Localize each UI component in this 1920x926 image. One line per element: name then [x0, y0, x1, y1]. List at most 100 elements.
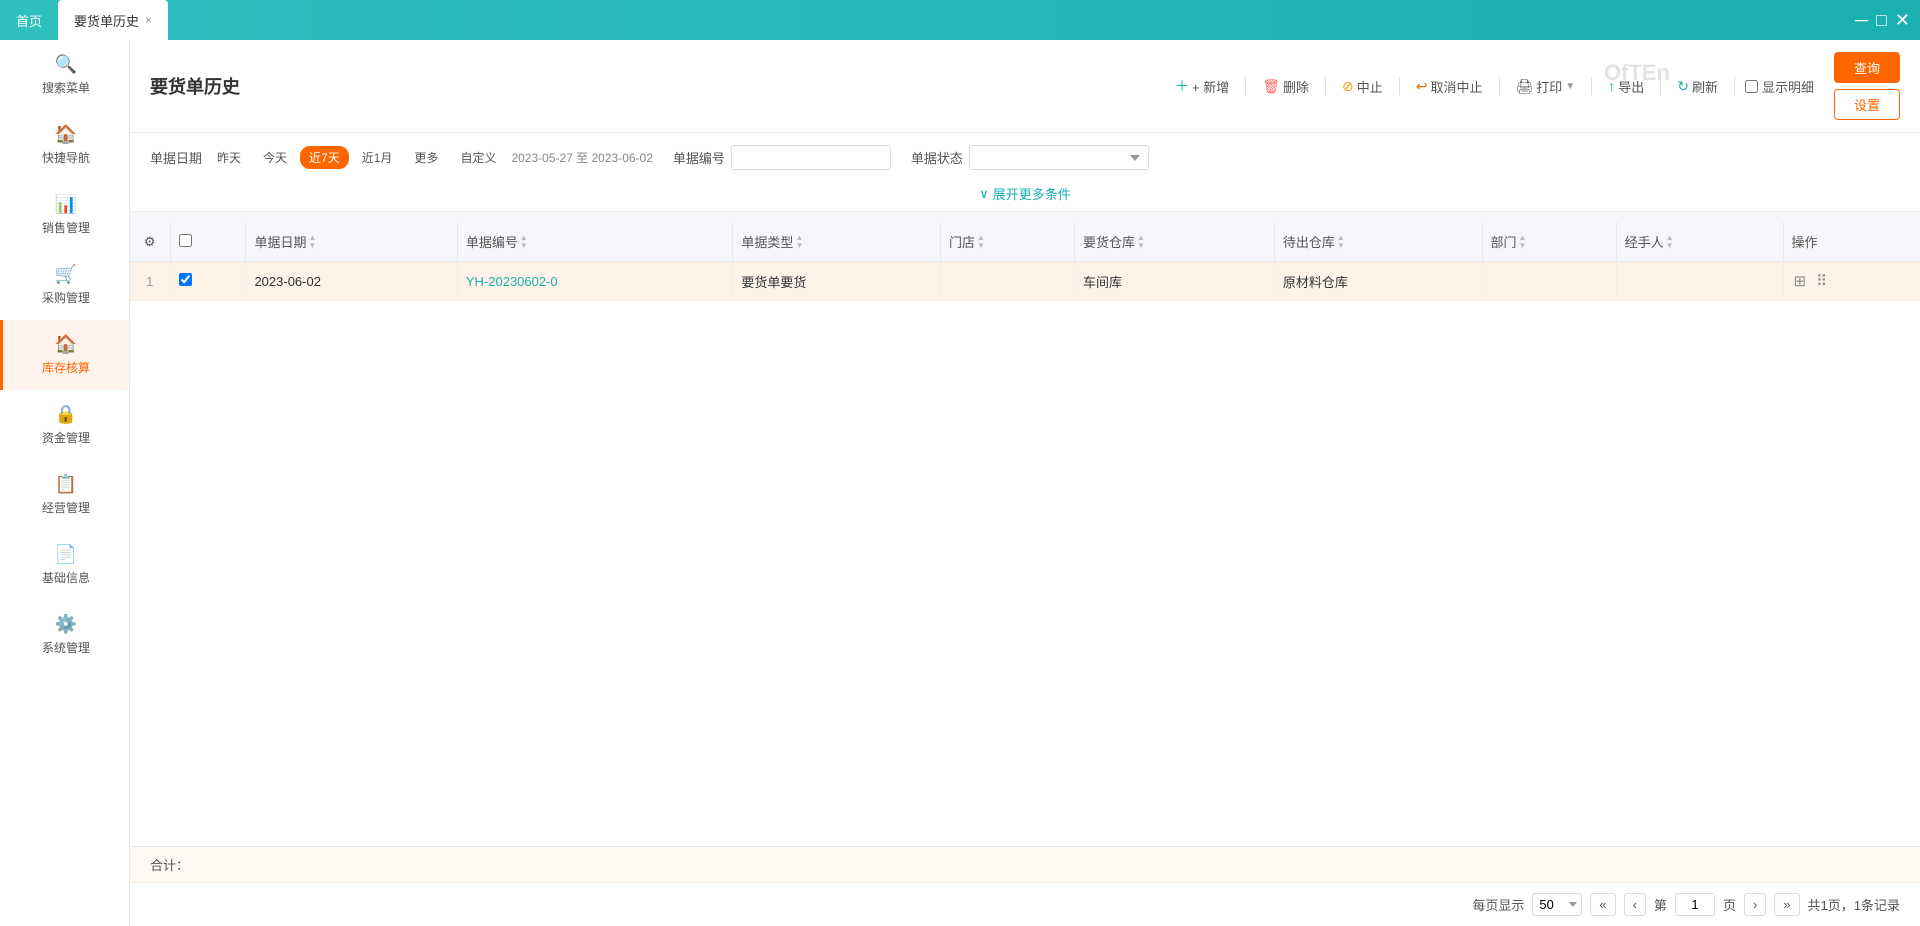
row-store [940, 262, 1074, 301]
stop-label: 中止 [1357, 77, 1383, 96]
sidebar-item-label-quicknav: 快捷导航 [42, 149, 90, 166]
purchase-mgmt-icon: 🛒 [55, 264, 77, 285]
sys-mgmt-icon: ⚙️ [55, 614, 77, 635]
row-docno: YH-20230602-0 [457, 262, 732, 301]
date-btn-7days[interactable]: 近7天 [300, 146, 349, 169]
sidebar-item-sales-mgmt[interactable]: 📊 销售管理 [0, 180, 129, 250]
date-buttons: 昨天 今天 近7天 近1月 更多 自定义 [208, 146, 505, 169]
settings-button[interactable]: 设置 [1834, 89, 1900, 120]
add-label: + 新增 [1192, 77, 1229, 96]
col-docno[interactable]: 单据编号 ▲▼ [457, 222, 732, 262]
sidebar-item-ops-mgmt[interactable]: 📋 经营管理 [0, 460, 129, 530]
sidebar-item-label-inventory: 库存核算 [42, 359, 90, 376]
filter-docno-label: 单据编号 [673, 148, 725, 167]
page-header: 要货单历史 ＋ + 新增 🗑 删除 ⊘ 中止 ↩ [130, 40, 1920, 133]
select-all-checkbox[interactable] [179, 234, 192, 247]
col-handler-label: 经手人 [1625, 232, 1664, 251]
sidebar-item-basic-info[interactable]: 📄 基础信息 [0, 530, 129, 600]
cancel-stop-button[interactable]: ↩ 取消中止 [1410, 73, 1489, 100]
sidebar-item-finance-mgmt[interactable]: 🔒 资金管理 [0, 390, 129, 460]
sidebar-item-label-purchase: 采购管理 [42, 289, 90, 306]
col-store[interactable]: 门店 ▲▼ [940, 222, 1074, 262]
row-docno-link[interactable]: YH-20230602-0 [466, 274, 558, 289]
stop-button[interactable]: ⊘ 中止 [1336, 73, 1389, 100]
window-controls: ─ □ ✕ [1855, 10, 1920, 31]
col-pending-warehouse[interactable]: 待出仓库 ▲▼ [1274, 222, 1482, 262]
add-button[interactable]: ＋ + 新增 [1169, 72, 1235, 100]
col-docno-sort[interactable]: ▲▼ [520, 234, 528, 250]
filter-status-label: 单据状态 [911, 148, 963, 167]
expand-more-label: 展开更多条件 [993, 184, 1071, 203]
col-store-sort[interactable]: ▲▼ [977, 234, 985, 250]
show-detail-checkbox[interactable]: 显示明细 [1745, 77, 1814, 96]
print-dropdown-icon[interactable]: ▼ [1565, 81, 1575, 92]
print-button[interactable]: 🖨 打印 ▼ [1510, 73, 1582, 100]
sidebar-item-inventory[interactable]: 🏠 库存核算 [0, 320, 129, 390]
export-button[interactable]: ↑ 导出 [1602, 73, 1650, 100]
page-size-select[interactable]: 20 50 100 200 [1532, 893, 1582, 916]
col-req-warehouse-sort[interactable]: ▲▼ [1137, 234, 1145, 250]
sidebar-item-quick-nav[interactable]: 🏠 快捷导航 [0, 110, 129, 180]
date-btn-today[interactable]: 今天 [254, 146, 296, 169]
next-page-button[interactable]: › [1744, 893, 1766, 916]
date-btn-more[interactable]: 更多 [405, 146, 447, 169]
minimize-icon[interactable]: ─ [1855, 10, 1868, 31]
col-settings[interactable]: ⚙ [130, 222, 170, 262]
col-handler-sort[interactable]: ▲▼ [1666, 234, 1674, 250]
col-dept[interactable]: 部门 ▲▼ [1482, 222, 1616, 262]
col-date[interactable]: 单据日期 ▲▼ [246, 222, 457, 262]
last-page-button[interactable]: » [1774, 893, 1799, 916]
add-icon: ＋ [1175, 76, 1189, 96]
row-more-icon[interactable]: ⠿ [1814, 270, 1829, 292]
refresh-button[interactable]: ↻ 刷新 [1671, 73, 1724, 100]
date-btn-yesterday[interactable]: 昨天 [208, 146, 250, 169]
delete-button[interactable]: 🗑 删除 [1256, 73, 1315, 100]
page-unit: 页 [1723, 895, 1736, 914]
tab-home-label: 首页 [16, 11, 42, 30]
show-detail-label: 显示明细 [1762, 77, 1814, 96]
show-detail-check[interactable] [1745, 80, 1758, 93]
filter-docno-input[interactable] [731, 145, 891, 170]
date-range-display: 2023-05-27 至 2023-06-02 [511, 149, 652, 166]
page-title: 要货单历史 [150, 73, 1169, 99]
sidebar-item-sys-mgmt[interactable]: ⚙️ 系统管理 [0, 600, 129, 670]
query-button[interactable]: 查询 [1834, 52, 1900, 83]
col-pending-warehouse-sort[interactable]: ▲▼ [1337, 234, 1345, 250]
filter-date: 单据日期 昨天 今天 近7天 近1月 更多 自定义 2023-05-27 至 2… [150, 146, 653, 169]
filter-status-select[interactable] [969, 145, 1149, 170]
close-window-icon[interactable]: ✕ [1895, 10, 1910, 31]
row-edit-icon[interactable]: ⊞ [1792, 270, 1809, 292]
sidebar-item-search-menu[interactable]: 🔍 搜索菜单 [0, 40, 129, 110]
col-date-sort[interactable]: ▲▼ [308, 234, 316, 250]
page-number-input[interactable] [1675, 893, 1715, 916]
print-icon: 🖨 [1516, 78, 1534, 95]
date-btn-1month[interactable]: 近1月 [353, 146, 402, 169]
date-btn-custom[interactable]: 自定义 [451, 146, 505, 169]
ops-mgmt-icon: 📋 [55, 474, 77, 495]
col-docno-label: 单据编号 [466, 232, 518, 251]
col-doctype-sort[interactable]: ▲▼ [795, 234, 803, 250]
tab-close-icon[interactable]: × [145, 13, 152, 27]
col-doctype[interactable]: 单据类型 ▲▼ [733, 222, 941, 262]
maximize-icon[interactable]: □ [1876, 10, 1887, 31]
expand-more-btn[interactable]: ∨ 展开更多条件 [150, 180, 1900, 211]
first-page-button[interactable]: « [1590, 893, 1615, 916]
sales-mgmt-icon: 📊 [55, 194, 77, 215]
row-pending-warehouse: 原材料仓库 [1274, 262, 1482, 301]
table-row[interactable]: 1 2023-06-02 YH-20230602-0 要货单要货 车间库 原材料… [130, 262, 1920, 301]
sidebar-item-purchase-mgmt[interactable]: 🛒 采购管理 [0, 250, 129, 320]
row-select-checkbox[interactable] [179, 273, 192, 286]
tab-home[interactable]: 首页 [0, 0, 58, 40]
col-handler[interactable]: 经手人 ▲▼ [1616, 222, 1783, 262]
sidebar-item-label-ops: 经营管理 [42, 499, 90, 516]
filter-status: 单据状态 [911, 145, 1149, 170]
filter-area: 单据日期 昨天 今天 近7天 近1月 更多 自定义 2023-05-27 至 2… [130, 133, 1920, 212]
tab-active[interactable]: 要货单历史 × [58, 0, 168, 40]
row-dept [1482, 262, 1616, 301]
col-dept-sort[interactable]: ▲▼ [1519, 234, 1527, 250]
top-nav: 首页 要货单历史 × ─ □ ✕ [0, 0, 1920, 40]
col-req-warehouse[interactable]: 要货仓库 ▲▼ [1075, 222, 1275, 262]
prev-page-button[interactable]: ‹ [1624, 893, 1646, 916]
inventory-icon: 🏠 [55, 334, 77, 355]
table-footer: 合计： [130, 846, 1920, 882]
